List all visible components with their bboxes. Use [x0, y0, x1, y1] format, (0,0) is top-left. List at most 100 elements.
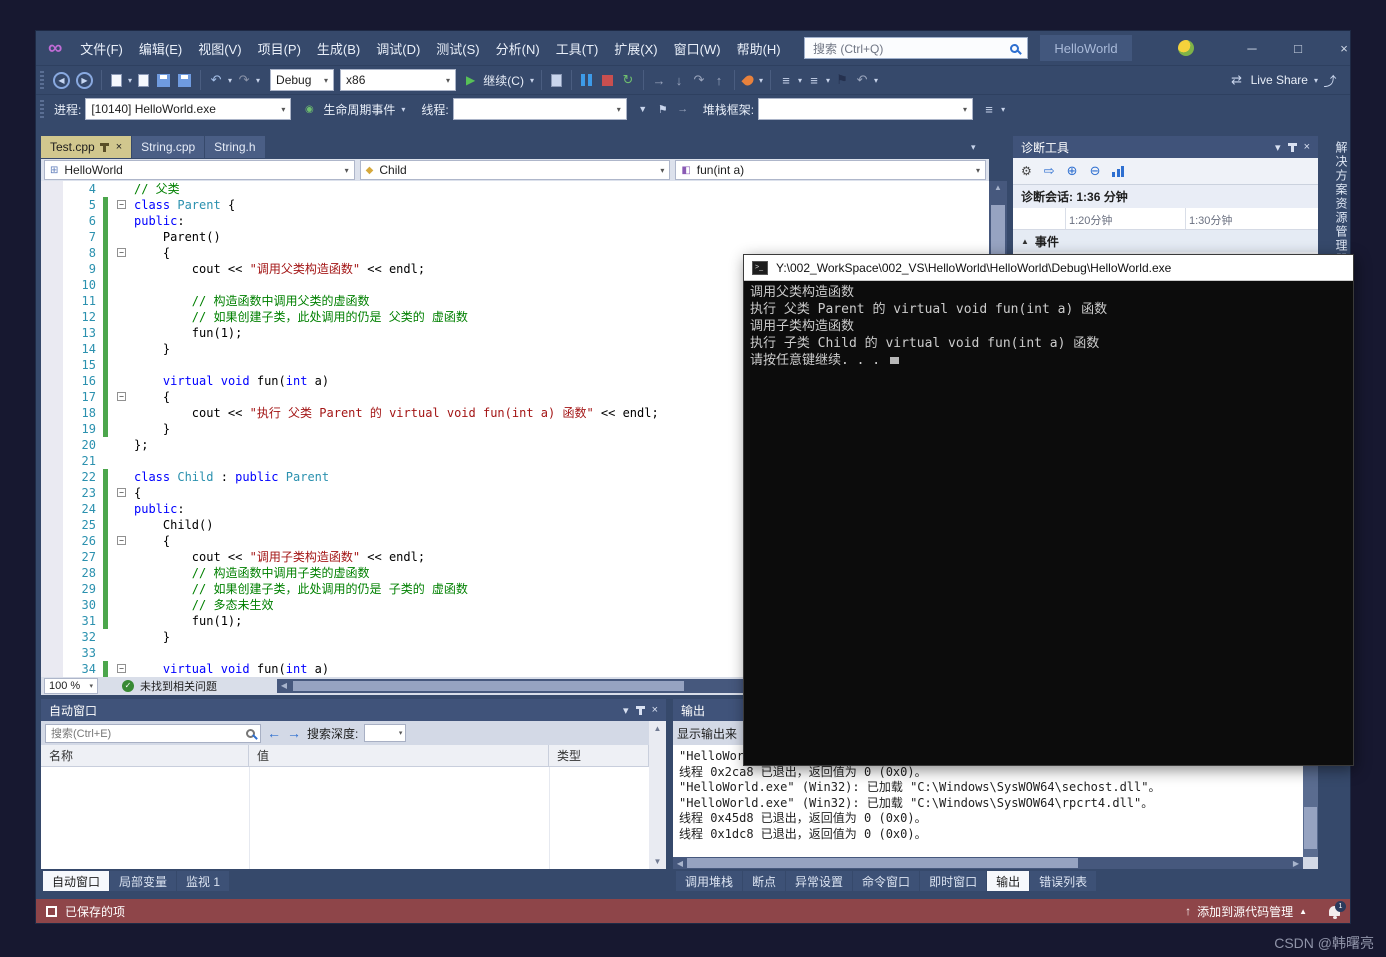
- menu-item[interactable]: 测试(S): [428, 36, 487, 61]
- navigate-forward-icon[interactable]: ▶: [76, 71, 93, 89]
- chevron-down-icon[interactable]: ▾: [826, 76, 830, 85]
- lifecycle-dropdown-icon[interactable]: ▾: [401, 105, 405, 114]
- vertical-scrollbar-thumb[interactable]: [1304, 806, 1317, 850]
- lifecycle-events-button[interactable]: 生命周期事件: [323, 101, 395, 118]
- notifications-bell-icon[interactable]: 1: [1329, 901, 1346, 919]
- stack-options-icon[interactable]: ≡: [979, 98, 999, 120]
- navigate-back-icon[interactable]: ◀: [53, 71, 70, 89]
- breakpoint-margin[interactable]: [41, 517, 63, 533]
- fold-collapse-icon[interactable]: −: [117, 664, 126, 673]
- line-list-icon[interactable]: ≡: [804, 69, 824, 91]
- scroll-right-icon[interactable]: ▶: [1289, 857, 1303, 871]
- search-prev-icon[interactable]: ←: [267, 725, 281, 741]
- breakpoint-margin[interactable]: [41, 229, 63, 245]
- fold-margin[interactable]: −: [115, 661, 129, 677]
- tool-tab[interactable]: 局部变量: [110, 871, 177, 891]
- redo-dropdown-icon[interactable]: ▾: [256, 76, 260, 85]
- doc-tab[interactable]: String.cpp: [132, 136, 205, 158]
- menu-item[interactable]: 扩展(X): [606, 36, 665, 61]
- tool-tab[interactable]: 即时窗口: [920, 871, 987, 891]
- step-into-icon[interactable]: ↓: [669, 69, 689, 91]
- fold-margin[interactable]: −: [115, 245, 129, 261]
- breakpoint-margin[interactable]: [41, 389, 63, 405]
- scroll-up-icon[interactable]: ▲: [989, 181, 1007, 195]
- breakpoint-margin[interactable]: [41, 485, 63, 501]
- scroll-left-icon[interactable]: ◀: [277, 679, 291, 693]
- autos-grid-body[interactable]: [41, 767, 649, 869]
- process-combobox[interactable]: [10140] HelloWorld.exe ▾: [85, 98, 292, 120]
- doc-tab[interactable]: String.h: [205, 136, 265, 158]
- breakpoint-margin[interactable]: [41, 181, 63, 197]
- live-share-button[interactable]: Live Share: [1251, 73, 1308, 87]
- tool-tab[interactable]: 输出: [987, 871, 1030, 891]
- step-over-icon[interactable]: ↷: [689, 69, 709, 91]
- tool-tab[interactable]: 断点: [743, 871, 786, 891]
- breakpoint-margin[interactable]: [41, 661, 63, 677]
- chevron-down-icon[interactable]: ▾: [798, 76, 802, 85]
- restart-icon[interactable]: ↻: [618, 69, 638, 91]
- tool-tab[interactable]: 监视 1: [177, 871, 230, 891]
- fold-margin[interactable]: −: [115, 485, 129, 501]
- member-combobox[interactable]: ◧ fun(int a) ▾: [675, 160, 987, 180]
- document-outline-icon[interactable]: ≡: [776, 69, 796, 91]
- console-title-bar[interactable]: >_ Y:\002_WorkSpace\002_VS\HelloWorld\He…: [744, 255, 1353, 281]
- tool-tab[interactable]: 错误列表: [1030, 871, 1097, 891]
- breakpoint-margin[interactable]: [41, 549, 63, 565]
- breakpoint-margin[interactable]: [41, 597, 63, 613]
- type-combobox[interactable]: ◆ Child ▾: [359, 160, 671, 180]
- global-search-input[interactable]: 搜索 (Ctrl+Q): [804, 37, 1028, 59]
- fold-collapse-icon[interactable]: −: [117, 536, 126, 545]
- tool-tab[interactable]: 调用堆栈: [676, 871, 743, 891]
- breakpoint-margin[interactable]: [41, 197, 63, 213]
- grid-column-header[interactable]: 名称: [41, 745, 249, 766]
- breakpoint-margin[interactable]: [41, 341, 63, 357]
- breakpoint-margin[interactable]: [41, 421, 63, 437]
- autos-search-input[interactable]: 搜索(Ctrl+E): [45, 723, 261, 743]
- chevron-down-icon[interactable]: ▾: [623, 704, 629, 717]
- redo-icon[interactable]: ↷: [234, 69, 254, 91]
- pin-icon[interactable]: [1287, 142, 1297, 152]
- save-all-icon[interactable]: [178, 73, 192, 87]
- toolbar-grip[interactable]: [40, 100, 44, 118]
- save-icon[interactable]: [157, 73, 171, 87]
- breakpoint-margin[interactable]: [41, 629, 63, 645]
- menu-item[interactable]: 调试(D): [368, 36, 428, 61]
- close-panel-icon[interactable]: ×: [1304, 141, 1310, 153]
- pin-icon[interactable]: [99, 142, 109, 152]
- breakpoint-margin[interactable]: [41, 613, 63, 629]
- breakpoint-margin[interactable]: [41, 645, 63, 661]
- breakpoint-margin[interactable]: [41, 261, 63, 277]
- continue-dropdown-icon[interactable]: ▾: [530, 76, 534, 85]
- toolbar-grip[interactable]: [40, 71, 44, 89]
- menu-item[interactable]: 生成(B): [309, 36, 368, 61]
- close-tab-icon[interactable]: ×: [116, 141, 122, 153]
- tool-tab[interactable]: 异常设置: [786, 871, 853, 891]
- zoom-combobox[interactable]: 100 % ▾: [44, 678, 98, 694]
- breakpoint-margin[interactable]: [41, 533, 63, 549]
- chevron-down-icon[interactable]: ▾: [1275, 141, 1281, 154]
- zoom-out-icon[interactable]: ⊖: [1090, 163, 1101, 179]
- project-combobox[interactable]: ⊞ HelloWorld ▾: [44, 160, 355, 180]
- breakpoint-margin[interactable]: [41, 405, 63, 421]
- tool-tab[interactable]: 命令窗口: [853, 871, 920, 891]
- tool-tab[interactable]: 自动窗口: [43, 871, 110, 891]
- breakpoint-margin[interactable]: [41, 357, 63, 373]
- console-window[interactable]: >_ Y:\002_WorkSpace\002_VS\HelloWorld\He…: [743, 254, 1354, 766]
- break-all-icon[interactable]: [580, 74, 594, 86]
- breakpoint-margin[interactable]: [41, 581, 63, 597]
- breakpoint-margin[interactable]: [41, 213, 63, 229]
- fold-collapse-icon[interactable]: −: [117, 248, 126, 257]
- thread-combobox[interactable]: ▾: [452, 98, 627, 120]
- breakpoint-margin[interactable]: [41, 501, 63, 517]
- horizontal-scrollbar-thumb[interactable]: [293, 681, 684, 691]
- open-file-icon[interactable]: [138, 73, 150, 87]
- search-depth-combobox[interactable]: ▾: [364, 724, 407, 742]
- share-icon[interactable]: ⤴: [1320, 69, 1340, 91]
- breakpoint-margin[interactable]: [41, 309, 63, 325]
- breakpoint-margin[interactable]: [41, 293, 63, 309]
- minimize-button[interactable]: ─: [1232, 31, 1272, 65]
- output-horizontal-scrollbar[interactable]: ◀ ▶: [673, 857, 1303, 869]
- menu-item[interactable]: 工具(T): [548, 36, 607, 61]
- chevron-down-icon[interactable]: ▾: [1001, 105, 1005, 114]
- fold-margin[interactable]: −: [115, 197, 129, 213]
